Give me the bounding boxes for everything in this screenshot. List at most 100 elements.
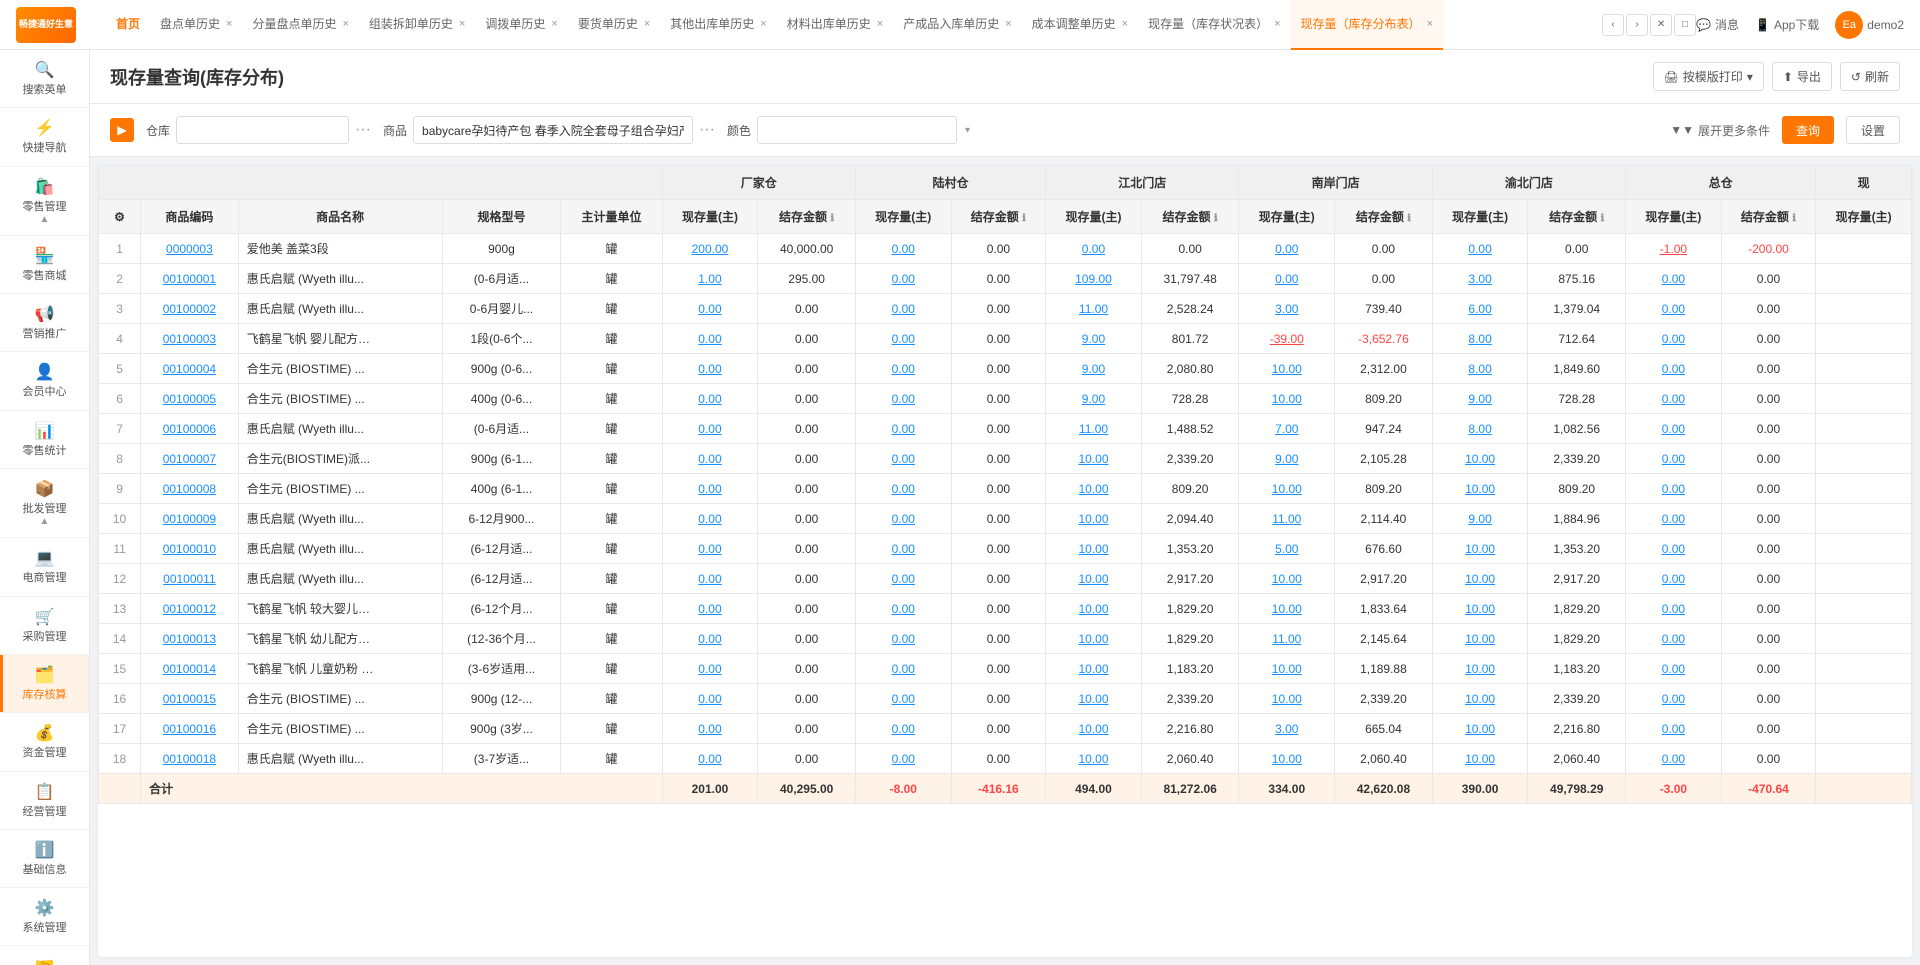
info-icon-l-amt[interactable]: ℹ [1022, 213, 1026, 224]
row-z-qty[interactable]: 0.00 [1626, 294, 1722, 324]
row-na-qty[interactable]: 10.00 [1239, 744, 1335, 774]
row-l-qty[interactable]: 0.00 [855, 294, 951, 324]
row-jb-qty[interactable]: 10.00 [1046, 624, 1142, 654]
row-l-qty[interactable]: 0.00 [855, 504, 951, 534]
sidebar-item-search[interactable]: 🔍搜索英单 [0, 50, 89, 108]
nav-tab-fenliang[interactable]: 分量盘点单历史× [242, 0, 358, 50]
row-na-qty[interactable]: 9.00 [1239, 444, 1335, 474]
nav-tab-fenbiao[interactable]: 现存量（库存分布表）× [1291, 0, 1443, 50]
sidebar-item-system[interactable]: ⚙️系统管理 [0, 888, 89, 946]
nav-tab-cailiao[interactable]: 材料出库单历史× [777, 0, 893, 50]
sidebar-item-ecom[interactable]: 💻电商管理 [0, 538, 89, 596]
warehouse-input[interactable] [176, 116, 349, 144]
row-na-qty[interactable]: 11.00 [1239, 624, 1335, 654]
sidebar-item-retail[interactable]: 🛍️零售管理▲ [0, 167, 89, 236]
row-z-qty[interactable]: 0.00 [1626, 564, 1722, 594]
row-code[interactable]: 00100001 [141, 264, 239, 294]
row-yb-qty[interactable]: 10.00 [1432, 534, 1528, 564]
row-z-qty[interactable]: 0.00 [1626, 354, 1722, 384]
row-f-qty[interactable]: 0.00 [662, 594, 758, 624]
row-z-qty[interactable]: 0.00 [1626, 714, 1722, 744]
sidebar-item-quicknav[interactable]: ⚡快捷导航 [0, 108, 89, 166]
row-yb-qty[interactable]: 10.00 [1432, 624, 1528, 654]
row-z-qty[interactable]: 0.00 [1626, 264, 1722, 294]
refresh-btn[interactable]: ↺ 刷新 [1840, 62, 1900, 91]
message-btn[interactable]: 💬 消息 [1696, 16, 1739, 33]
row-na-qty[interactable]: 10.00 [1239, 384, 1335, 414]
row-code[interactable]: 00100007 [141, 444, 239, 474]
row-z-qty[interactable]: 0.00 [1626, 444, 1722, 474]
info-icon-z-amt[interactable]: ℹ [1792, 213, 1796, 224]
row-code[interactable]: 00100015 [141, 684, 239, 714]
row-yb-qty[interactable]: 3.00 [1432, 264, 1528, 294]
row-z-qty[interactable]: 0.00 [1626, 624, 1722, 654]
row-code[interactable]: 00100009 [141, 504, 239, 534]
row-yb-qty[interactable]: 8.00 [1432, 414, 1528, 444]
filter-expand-btn[interactable]: ▶ [110, 118, 134, 142]
sidebar-item-manage[interactable]: 📋经营管理 [0, 772, 89, 830]
nav-close-btn[interactable]: ✕ [1650, 14, 1672, 36]
row-z-qty[interactable]: 0.00 [1626, 684, 1722, 714]
row-l-qty[interactable]: 0.00 [855, 384, 951, 414]
row-jb-qty[interactable]: 9.00 [1046, 324, 1142, 354]
row-f-qty[interactable]: 0.00 [662, 654, 758, 684]
row-yb-qty[interactable]: 10.00 [1432, 564, 1528, 594]
row-code[interactable]: 00100011 [141, 564, 239, 594]
row-f-qty[interactable]: 0.00 [662, 504, 758, 534]
nav-tab-close-diaobo[interactable]: × [551, 18, 557, 30]
row-jb-qty[interactable]: 9.00 [1046, 354, 1142, 384]
color-input[interactable] [757, 116, 957, 144]
row-z-qty[interactable]: 0.00 [1626, 504, 1722, 534]
row-f-qty[interactable]: 0.00 [662, 744, 758, 774]
row-code[interactable]: 00100014 [141, 654, 239, 684]
more-conditions-btn[interactable]: ▼▼ 展开更多条件 [1670, 122, 1770, 139]
row-na-qty[interactable]: 3.00 [1239, 294, 1335, 324]
row-code[interactable]: 00100016 [141, 714, 239, 744]
row-yb-qty[interactable]: 10.00 [1432, 654, 1528, 684]
row-na-qty[interactable]: 10.00 [1239, 654, 1335, 684]
nav-tab-close-chanchenpin[interactable]: × [1005, 18, 1011, 30]
nav-tab-zuchuan[interactable]: 组装拆卸单历史× [359, 0, 475, 50]
row-f-qty[interactable]: 0.00 [662, 324, 758, 354]
row-f-qty[interactable]: 1.00 [662, 264, 758, 294]
row-l-qty[interactable]: 0.00 [855, 354, 951, 384]
nav-tab-close-kucun[interactable]: × [1274, 18, 1280, 30]
row-l-qty[interactable]: 0.00 [855, 624, 951, 654]
warehouse-dots[interactable]: ··· [355, 121, 371, 139]
row-code[interactable]: 0000003 [141, 234, 239, 264]
row-yb-qty[interactable]: 8.00 [1432, 324, 1528, 354]
info-icon-jb-amt[interactable]: ℹ [1214, 213, 1218, 224]
row-jb-qty[interactable]: 10.00 [1046, 474, 1142, 504]
row-jb-qty[interactable]: 9.00 [1046, 384, 1142, 414]
row-f-qty[interactable]: 0.00 [662, 534, 758, 564]
sidebar-item-retailstat[interactable]: 📊零售统计 [0, 411, 89, 469]
row-code[interactable]: 00100013 [141, 624, 239, 654]
row-jb-qty[interactable]: 11.00 [1046, 414, 1142, 444]
row-f-qty[interactable]: 0.00 [662, 474, 758, 504]
row-jb-qty[interactable]: 10.00 [1046, 504, 1142, 534]
info-icon-yb-amt[interactable]: ℹ [1600, 213, 1604, 224]
row-yb-qty[interactable]: 6.00 [1432, 294, 1528, 324]
nav-tab-close-yaohuo[interactable]: × [644, 18, 650, 30]
row-code[interactable]: 00100002 [141, 294, 239, 324]
row-code[interactable]: 00100004 [141, 354, 239, 384]
sidebar-item-enterprise[interactable]: 🤝企业协同 [0, 946, 89, 965]
nav-tab-diaobo[interactable]: 调拨单历史× [475, 0, 567, 50]
row-yb-qty[interactable]: 10.00 [1432, 684, 1528, 714]
user-area[interactable]: Ea demo2 [1835, 11, 1904, 39]
row-l-qty[interactable]: 0.00 [855, 414, 951, 444]
nav-expand-btn[interactable]: □ [1674, 14, 1696, 36]
row-code[interactable]: 00100018 [141, 744, 239, 774]
row-yb-qty[interactable]: 0.00 [1432, 234, 1528, 264]
nav-prev-btn[interactable]: ‹ [1602, 14, 1624, 36]
row-yb-qty[interactable]: 9.00 [1432, 504, 1528, 534]
row-l-qty[interactable]: 0.00 [855, 684, 951, 714]
info-icon-na-amt[interactable]: ℹ [1407, 213, 1411, 224]
row-na-qty[interactable]: 10.00 [1239, 354, 1335, 384]
row-z-qty[interactable]: 0.00 [1626, 414, 1722, 444]
row-jb-qty[interactable]: 10.00 [1046, 744, 1142, 774]
row-z-qty[interactable]: 0.00 [1626, 324, 1722, 354]
nav-tab-pandian[interactable]: 盘点单历史× [150, 0, 242, 50]
row-code[interactable]: 00100006 [141, 414, 239, 444]
row-l-qty[interactable]: 0.00 [855, 564, 951, 594]
